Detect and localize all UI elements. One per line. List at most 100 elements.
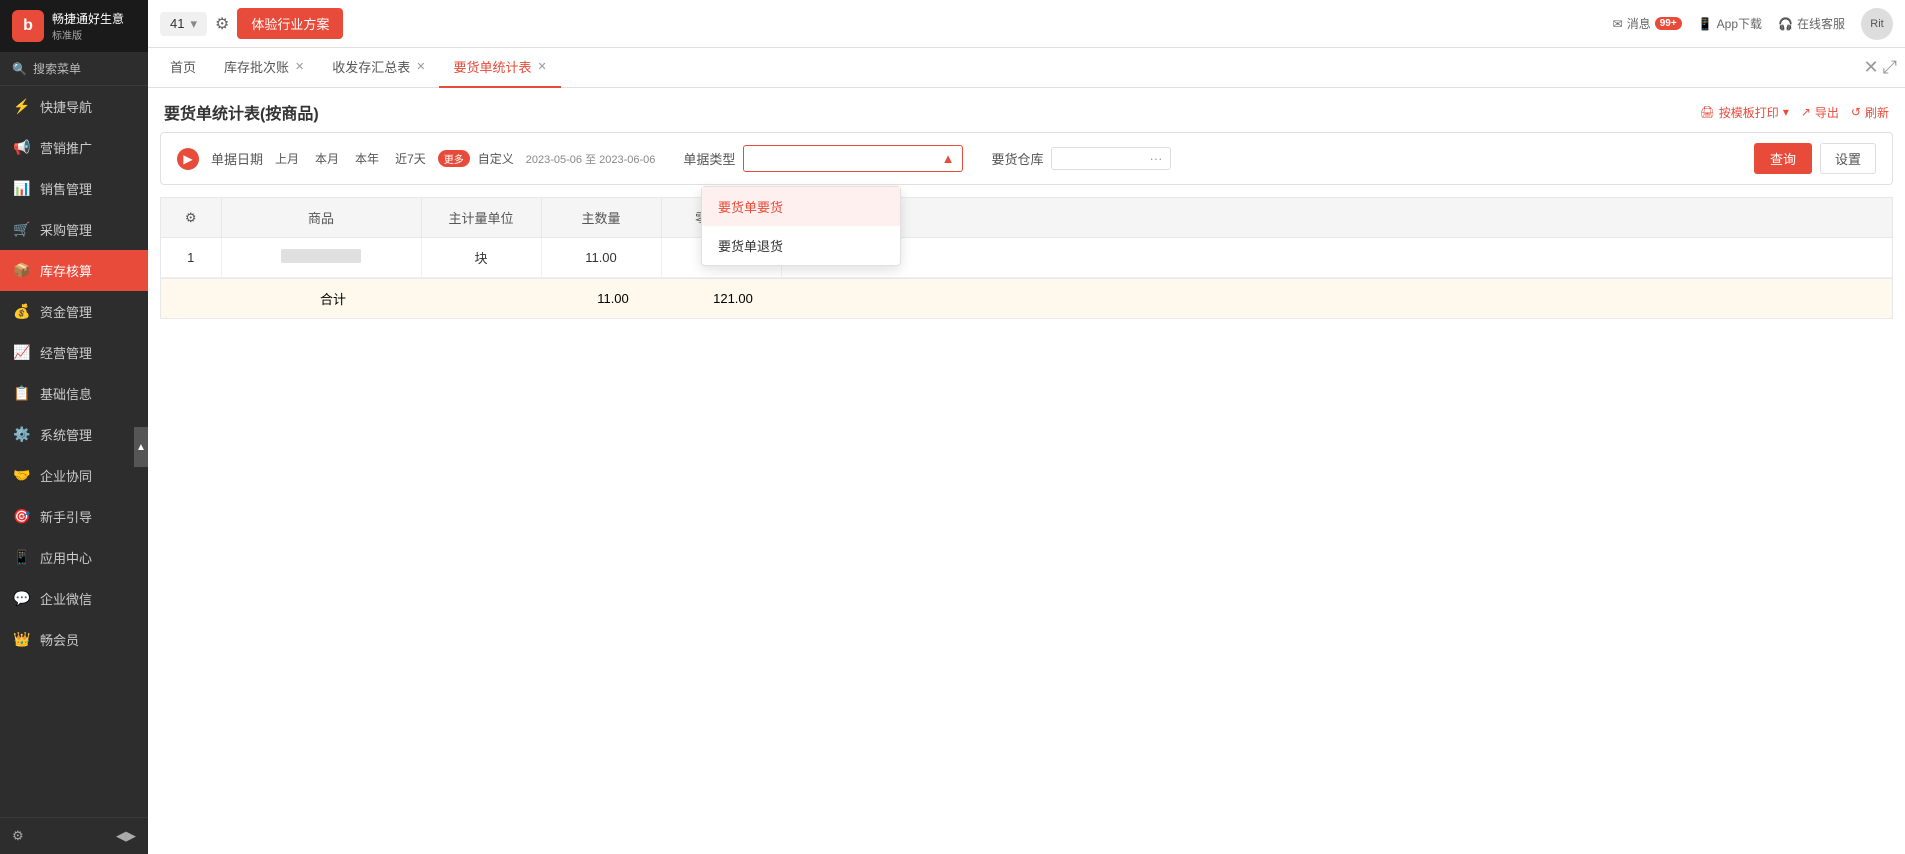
page-content: 要货单统计表(按商品) 🖨 按模板打印 ▾ ↗ 导出 ↺ 刷新 ▶ — [148, 88, 1905, 854]
col-settings-icon: ⚙ — [185, 210, 197, 225]
sidebar-toggle-icon[interactable]: ◀▶ — [116, 828, 136, 844]
sidebar-settings-icon[interactable]: ⚙ — [12, 828, 24, 844]
date-label: 单据日期 — [211, 149, 263, 168]
sidebar: b 畅捷通好生意 标准版 🔍 搜索菜单 ▲ ⚡ 快捷导航 📢 营销推广 📊 销售… — [0, 0, 148, 854]
sidebar-item-wechat-biz[interactable]: 💬 企业微信 — [0, 578, 148, 619]
export-action[interactable]: ↗ 导出 — [1801, 104, 1839, 121]
sales-icon: 📊 — [12, 180, 32, 197]
trial-btn[interactable]: 体验行业方案 — [237, 8, 343, 39]
sidebar-item-sales[interactable]: 📊 销售管理 — [0, 168, 148, 209]
main-area: 41 ▾ ⚙ 体验行业方案 ✉ 消息 99+ 📱 App下载 🎧 在线客服 Ri… — [148, 0, 1905, 854]
sidebar-item-inventory[interactable]: 📦 库存核算 — [0, 250, 148, 291]
refresh-icon: ↺ — [1851, 105, 1861, 119]
workspace-selector[interactable]: 41 ▾ — [160, 12, 207, 36]
tabs-right: ✕ ⤢ — [1864, 57, 1898, 78]
dropdown-item-order-return[interactable]: 要货单退货 — [702, 226, 900, 265]
type-filter-group: 单据类型 ▲ — [683, 145, 963, 172]
col-header-qty: 主数量 — [541, 198, 661, 238]
app-logo-text: 畅捷通好生意 标准版 — [52, 10, 124, 42]
warehouse-label: 要货仓库 — [991, 149, 1043, 168]
filter-bar: ▶ 单据日期 上月 本月 本年 近7天 更多 自定义 2023-05-06 至 … — [160, 132, 1893, 185]
tab-close-order-summary[interactable]: ✕ — [538, 60, 547, 73]
date-this-month[interactable]: 本月 — [311, 148, 343, 169]
app-center-icon: 📱 — [12, 549, 32, 566]
footer-amount: 121.00 — [673, 291, 793, 306]
dropdown-item-order-goods[interactable]: 要货单要货 — [702, 187, 900, 226]
sidebar-item-operations[interactable]: 📈 经营管理 — [0, 332, 148, 373]
app-download-icon: 📱 — [1698, 17, 1713, 31]
base-info-icon: 📋 — [12, 385, 32, 402]
sidebar-item-enterprise[interactable]: 🤝 企业协同 — [0, 455, 148, 496]
tab-inventory-batch[interactable]: 库存批次账 ✕ — [210, 48, 318, 88]
type-label: 单据类型 — [683, 149, 735, 168]
date-prev-month[interactable]: 上月 — [271, 148, 303, 169]
sidebar-item-marketing[interactable]: 📢 营销推广 — [0, 127, 148, 168]
type-dropdown-trigger[interactable]: ▲ — [743, 145, 963, 172]
sidebar-item-system[interactable]: ⚙️ 系统管理 — [0, 414, 148, 455]
data-table-container: ⚙ 商品 主计量单位 主数量 零售金额 — [160, 197, 1893, 279]
type-selected-value — [752, 149, 765, 168]
topbar: 41 ▾ ⚙ 体验行业方案 ✉ 消息 99+ 📱 App下载 🎧 在线客服 Ri… — [148, 0, 1905, 48]
date-more-badge[interactable]: 更多 — [438, 150, 470, 167]
tab-close-receivable-summary[interactable]: ✕ — [416, 60, 425, 73]
row-qty: 11.00 — [541, 238, 661, 278]
app-download-btn[interactable]: 📱 App下载 — [1698, 15, 1762, 32]
tab-maximize[interactable]: ⤢ — [1883, 57, 1897, 78]
filter-expand-btn[interactable]: ▶ — [177, 148, 199, 170]
filter-actions: 查询 设置 — [1754, 143, 1876, 174]
sidebar-item-members[interactable]: 👑 畅会员 — [0, 619, 148, 660]
date-last-7days[interactable]: 近7天 — [391, 148, 430, 169]
print-chevron-icon: ▾ — [1783, 105, 1789, 119]
marketing-icon: 📢 — [12, 139, 32, 156]
refresh-action[interactable]: ↺ 刷新 — [1851, 104, 1889, 121]
topbar-left: 41 ▾ ⚙ 体验行业方案 — [160, 8, 1613, 39]
export-icon: ↗ — [1801, 105, 1811, 119]
tab-receivable-summary[interactable]: 收发存汇总表 ✕ — [318, 48, 439, 88]
enterprise-icon: 🤝 — [12, 467, 32, 484]
col-header-unit: 主计量单位 — [421, 198, 541, 238]
print-action[interactable]: 🖨 按模板打印 ▾ — [1700, 104, 1789, 121]
col-header-settings[interactable]: ⚙ — [161, 198, 221, 238]
sidebar-collapse-top[interactable]: ▲ — [134, 427, 148, 467]
query-btn[interactable]: 查询 — [1754, 143, 1812, 174]
warehouse-filter-group: 要货仓库 ··· — [991, 147, 1171, 170]
tabs-bar: 首页 库存批次账 ✕ 收发存汇总表 ✕ 要货单统计表 ✕ ✕ ⤢ — [148, 48, 1905, 88]
system-icon: ⚙️ — [12, 426, 32, 443]
sidebar-item-quick-nav[interactable]: ⚡ 快捷导航 — [0, 86, 148, 127]
sidebar-nav: ⚡ 快捷导航 📢 营销推广 📊 销售管理 🛒 采购管理 📦 库存核算 💰 资金管… — [0, 86, 148, 817]
quick-nav-icon: ⚡ — [12, 98, 32, 115]
date-custom[interactable]: 自定义 — [478, 150, 514, 167]
tab-order-summary[interactable]: 要货单统计表 ✕ — [439, 48, 560, 88]
topbar-settings-icon[interactable]: ⚙ — [215, 14, 229, 34]
sidebar-item-finance[interactable]: 💰 资金管理 — [0, 291, 148, 332]
tab-home[interactable]: 首页 — [156, 48, 210, 88]
sidebar-search[interactable]: 🔍 搜索菜单 — [0, 52, 148, 86]
user-avatar[interactable]: Rit — [1861, 8, 1893, 40]
online-service-btn[interactable]: 🎧 在线客服 — [1778, 15, 1845, 32]
type-chevron-icon: ▲ — [942, 151, 955, 166]
finance-icon: 💰 — [12, 303, 32, 320]
sidebar-item-guide[interactable]: 🎯 新手引导 — [0, 496, 148, 537]
footer-label: 合计 — [233, 289, 433, 308]
app-logo-icon: b — [12, 10, 44, 42]
messages-btn[interactable]: ✉ 消息 99+ — [1613, 15, 1682, 32]
col-header-extra — [781, 198, 1892, 238]
tab-close-all[interactable]: ✕ — [1864, 57, 1879, 78]
sidebar-item-base-info[interactable]: 📋 基础信息 — [0, 373, 148, 414]
date-range: 2023-05-06 至 2023-06-06 — [526, 151, 656, 167]
data-table: ⚙ 商品 主计量单位 主数量 零售金额 — [161, 198, 1892, 278]
purchase-icon: 🛒 — [12, 221, 32, 238]
sidebar-bottom: ⚙ ◀▶ — [0, 817, 148, 854]
settings-btn[interactable]: 设置 — [1820, 143, 1876, 174]
print-icon: 🖨 — [1700, 105, 1715, 119]
message-badge: 99+ — [1655, 17, 1682, 30]
sidebar-item-app-center[interactable]: 📱 应用中心 — [0, 537, 148, 578]
tab-close-inventory-batch[interactable]: ✕ — [295, 60, 304, 73]
warehouse-dropdown-trigger[interactable]: ··· — [1051, 147, 1171, 170]
date-this-year[interactable]: 本年 — [351, 148, 383, 169]
wechat-biz-icon: 💬 — [12, 590, 32, 607]
footer-qty: 11.00 — [553, 291, 673, 306]
topbar-right: ✉ 消息 99+ 📱 App下载 🎧 在线客服 Rit — [1613, 8, 1893, 40]
row-extra — [781, 238, 1892, 278]
sidebar-item-purchase[interactable]: 🛒 采购管理 — [0, 209, 148, 250]
